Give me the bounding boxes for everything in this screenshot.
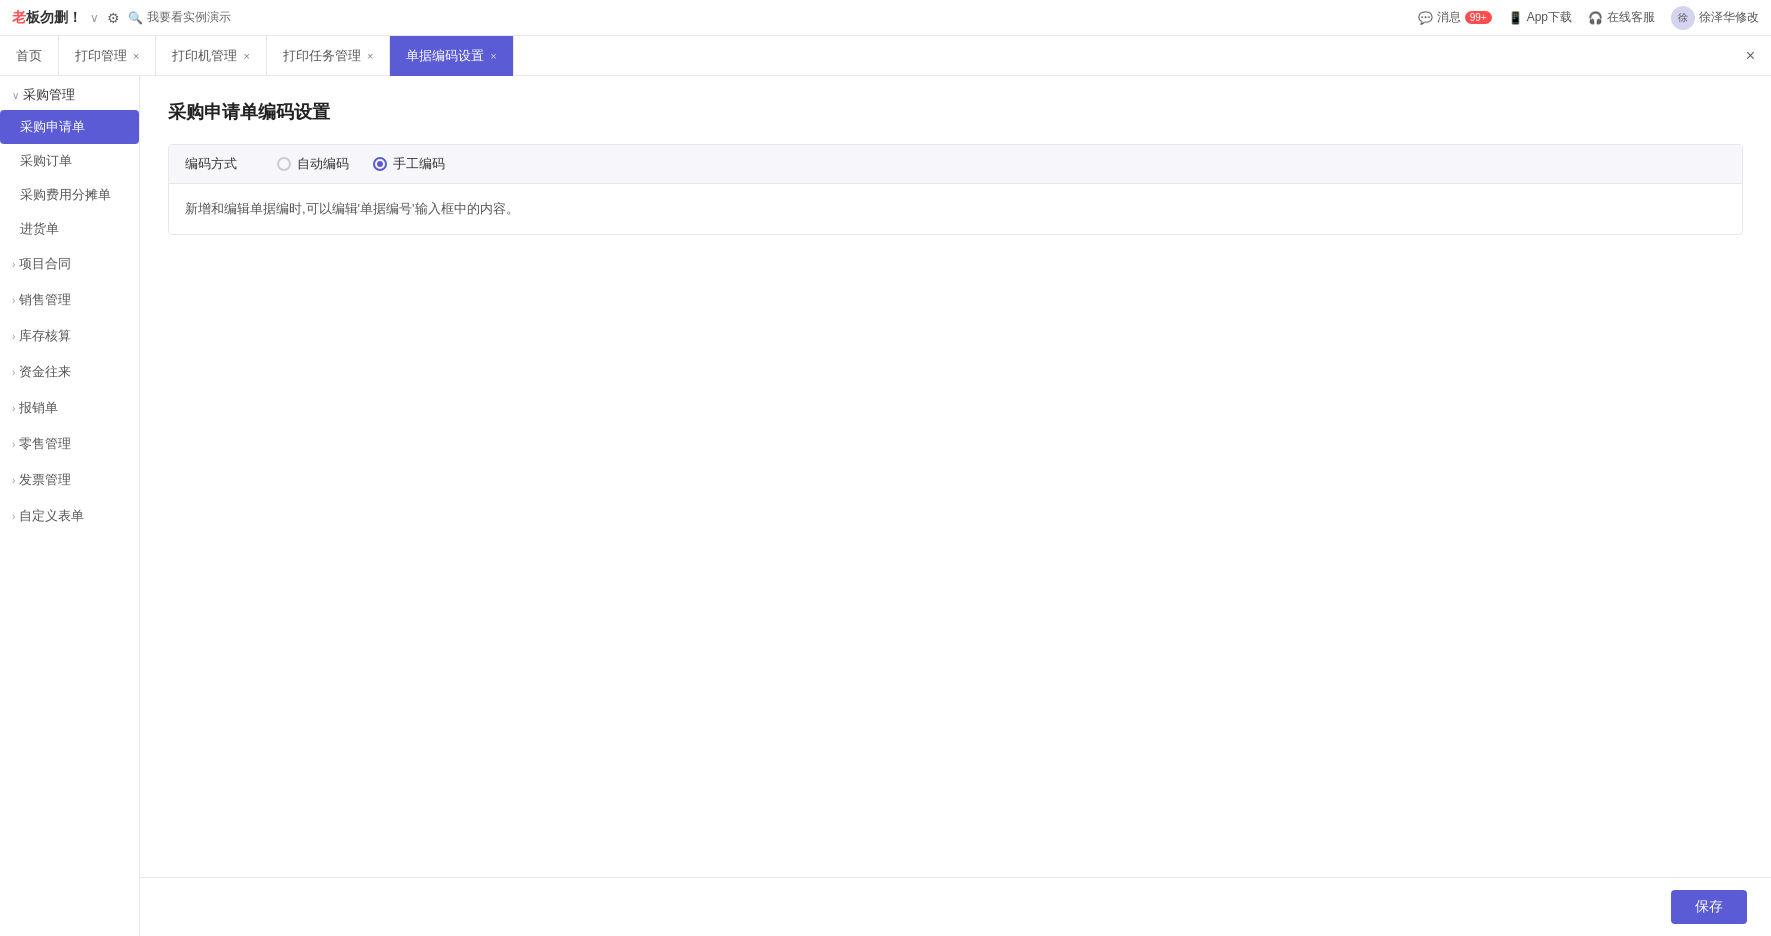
sidebar-section-custom-forms-label: 自定义表单 [19,507,84,525]
gear-icon[interactable]: ⚙ [107,10,120,26]
tab-print-task-mgmt-label: 打印任务管理 [283,47,361,65]
custom-forms-expand-icon: › [12,511,15,522]
sidebar-section-custom-forms[interactable]: › 自定义表单 [0,498,139,534]
message-icon: 💬 [1418,11,1433,25]
content-inner: 采购申请单编码设置 编码方式 自动编码 手工编码 [140,76,1771,877]
online-service-button[interactable]: 🎧 在线客服 [1588,9,1655,26]
sales-mgmt-expand-icon: › [12,295,15,306]
download-icon: 📱 [1508,11,1523,25]
encoding-hint-text: 新增和编辑单据编时,可以编辑'单据编号'输入框中的内容。 [185,201,519,216]
auto-encoding-circle [277,157,291,171]
sidebar-section-retail-mgmt-label: 零售管理 [19,435,71,453]
purchase-collapse-icon: ∨ [12,90,19,101]
encoding-header: 编码方式 自动编码 手工编码 [169,145,1742,184]
auto-encoding-label: 自动编码 [297,155,349,173]
sidebar-section-purchase[interactable]: ∨ 采购管理 [0,76,139,110]
sidebar-item-stock-in-label: 进货单 [20,221,59,236]
tab-home-label: 首页 [16,47,42,65]
tab-print-mgmt[interactable]: 打印管理 × [59,36,156,76]
manual-encoding-circle [373,157,387,171]
encoding-section: 编码方式 自动编码 手工编码 [168,144,1743,235]
tab-printer-mgmt-close[interactable]: × [243,50,249,62]
content-area: 采购申请单编码设置 编码方式 自动编码 手工编码 [140,76,1771,936]
sidebar-section-finance[interactable]: › 资金往来 [0,354,139,390]
online-service-label: 在线客服 [1607,9,1655,26]
message-button[interactable]: 💬 消息 99+ [1418,9,1492,26]
tab-barcode-setting-close[interactable]: × [490,50,496,62]
tab-print-mgmt-label: 打印管理 [75,47,127,65]
sidebar-section-invoice-mgmt[interactable]: › 发票管理 [0,462,139,498]
user-name: 徐泽华修改 [1699,9,1759,26]
auto-encoding-radio[interactable]: 自动编码 [277,155,349,173]
sidebar-section-project-contract-label: 项目合同 [19,255,71,273]
sidebar-section-retail-mgmt[interactable]: › 零售管理 [0,426,139,462]
manual-encoding-label: 手工编码 [393,155,445,173]
encoding-radio-group: 自动编码 手工编码 [277,155,445,173]
encoding-body: 新增和编辑单据编时,可以编辑'单据编号'输入框中的内容。 [169,184,1742,234]
user-profile[interactable]: 徐 徐泽华修改 [1671,6,1759,30]
tab-print-mgmt-close[interactable]: × [133,50,139,62]
search-placeholder-text: 我要看实例演示 [147,9,231,26]
retail-mgmt-expand-icon: › [12,439,15,450]
app-logo: 老板勿删！ [12,9,82,27]
chevron-down-icon[interactable]: ∨ [90,11,99,25]
top-bar: 老板勿删！ ∨ ⚙ 🔍 我要看实例演示 💬 消息 99+ 📱 App下载 🎧 在… [0,0,1771,36]
invoice-mgmt-expand-icon: › [12,475,15,486]
sidebar-item-purchase-expense-label: 采购费用分摊单 [20,187,111,202]
service-icon: 🎧 [1588,11,1603,25]
tab-printer-mgmt-label: 打印机管理 [172,47,237,65]
page-title: 采购申请单编码设置 [168,100,1743,124]
search-icon: 🔍 [128,11,143,25]
sidebar-item-purchase-request[interactable]: 采购申请单 [0,110,139,144]
avatar: 徐 [1671,6,1695,30]
sidebar-section-inventory-label: 库存核算 [19,327,71,345]
footer-bar: 保存 [140,877,1771,936]
finance-expand-icon: › [12,367,15,378]
manual-encoding-radio[interactable]: 手工编码 [373,155,445,173]
tab-printer-mgmt[interactable]: 打印机管理 × [156,36,266,76]
sidebar-item-stock-in[interactable]: 进货单 [0,212,139,246]
top-bar-left: 老板勿删！ ∨ ⚙ 🔍 我要看实例演示 [12,9,231,27]
sidebar-section-sales-mgmt[interactable]: › 销售管理 [0,282,139,318]
save-button[interactable]: 保存 [1671,890,1747,924]
tab-bar: 首页 打印管理 × 打印机管理 × 打印任务管理 × 单据编码设置 × × [0,36,1771,76]
tab-barcode-setting-label: 单据编码设置 [406,47,484,65]
sidebar-section-returns[interactable]: › 报销单 [0,390,139,426]
sidebar-section-inventory[interactable]: › 库存核算 [0,318,139,354]
app-download-label: App下载 [1527,9,1572,26]
inventory-expand-icon: › [12,331,15,342]
sidebar-item-purchase-expense[interactable]: 采购费用分摊单 [0,178,139,212]
sidebar-item-purchase-request-label: 采购申请单 [20,119,85,134]
manual-encoding-dot [377,161,383,167]
message-label: 消息 [1437,9,1461,26]
app-download-button[interactable]: 📱 App下载 [1508,9,1572,26]
sidebar: ∨ 采购管理 采购申请单 采购订单 采购费用分摊单 进货单 › 项目合同 › 销… [0,76,140,936]
sidebar-section-finance-label: 资金往来 [19,363,71,381]
project-contract-expand-icon: › [12,259,15,270]
returns-expand-icon: › [12,403,15,414]
tab-home[interactable]: 首页 [0,36,59,76]
sidebar-item-purchase-order-label: 采购订单 [20,153,72,168]
encoding-method-label: 编码方式 [185,155,237,173]
sidebar-item-purchase-order[interactable]: 采购订单 [0,144,139,178]
sidebar-section-purchase-label: 采购管理 [23,86,75,104]
search-bar[interactable]: 🔍 我要看实例演示 [128,9,231,26]
tab-print-task-mgmt-close[interactable]: × [367,50,373,62]
tab-bar-close-button[interactable]: × [1730,47,1771,65]
sidebar-section-sales-mgmt-label: 销售管理 [19,291,71,309]
top-bar-right: 💬 消息 99+ 📱 App下载 🎧 在线客服 徐 徐泽华修改 [1418,6,1759,30]
tab-print-task-mgmt[interactable]: 打印任务管理 × [267,36,390,76]
sidebar-section-invoice-mgmt-label: 发票管理 [19,471,71,489]
sidebar-section-project-contract[interactable]: › 项目合同 [0,246,139,282]
main-layout: ∨ 采购管理 采购申请单 采购订单 采购费用分摊单 进货单 › 项目合同 › 销… [0,76,1771,936]
message-badge: 99+ [1465,11,1492,24]
tab-barcode-setting[interactable]: 单据编码设置 × [390,36,513,76]
sidebar-section-returns-label: 报销单 [19,399,58,417]
